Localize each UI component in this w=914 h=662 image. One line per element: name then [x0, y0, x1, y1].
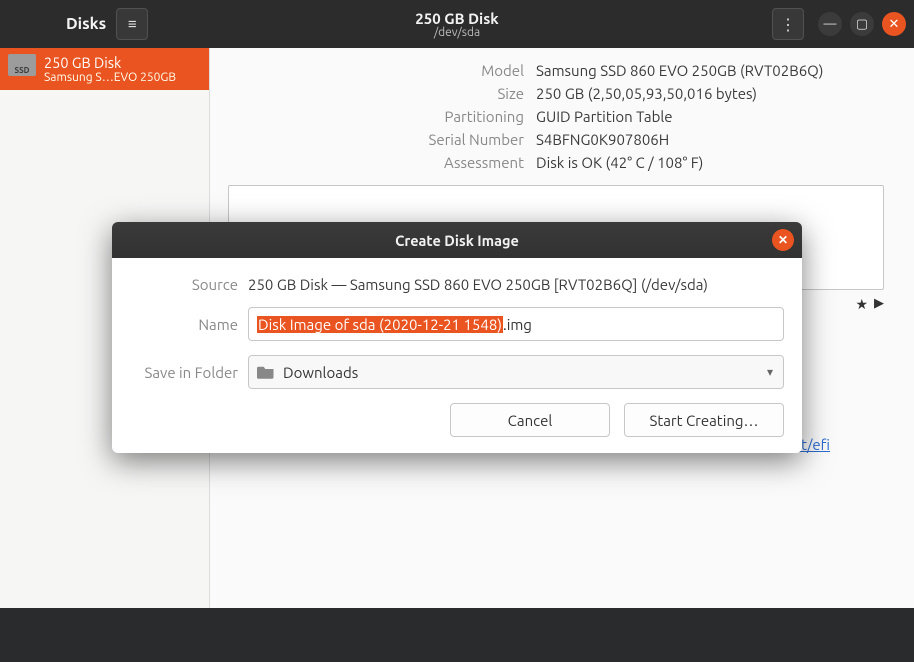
name-input-suffix: .img — [503, 316, 532, 333]
name-input-selection: Disk Image of sda (2020-12-21 1548) — [257, 316, 503, 333]
modal-backdrop: Create Disk Image ✕ Source 250 GB Disk —… — [0, 0, 914, 662]
name-label: Name — [130, 316, 238, 333]
folder-label: Save in Folder — [130, 364, 238, 381]
folder-icon — [257, 365, 275, 379]
folder-value: Downloads — [283, 364, 358, 381]
cancel-button[interactable]: Cancel — [450, 403, 610, 437]
name-input[interactable]: Disk Image of sda (2020-12-21 1548).img — [248, 307, 784, 341]
dialog-header: Create Disk Image ✕ — [112, 222, 802, 258]
source-value: 250 GB Disk — Samsung SSD 860 EVO 250GB … — [248, 276, 784, 293]
folder-combo[interactable]: Downloads — [248, 355, 784, 389]
dialog-close-button[interactable]: ✕ — [772, 229, 794, 251]
source-label: Source — [130, 276, 238, 293]
start-creating-button[interactable]: Start Creating… — [624, 403, 784, 437]
dialog-title: Create Disk Image — [395, 232, 519, 249]
close-icon: ✕ — [778, 233, 788, 247]
create-disk-image-dialog: Create Disk Image ✕ Source 250 GB Disk —… — [112, 222, 802, 453]
